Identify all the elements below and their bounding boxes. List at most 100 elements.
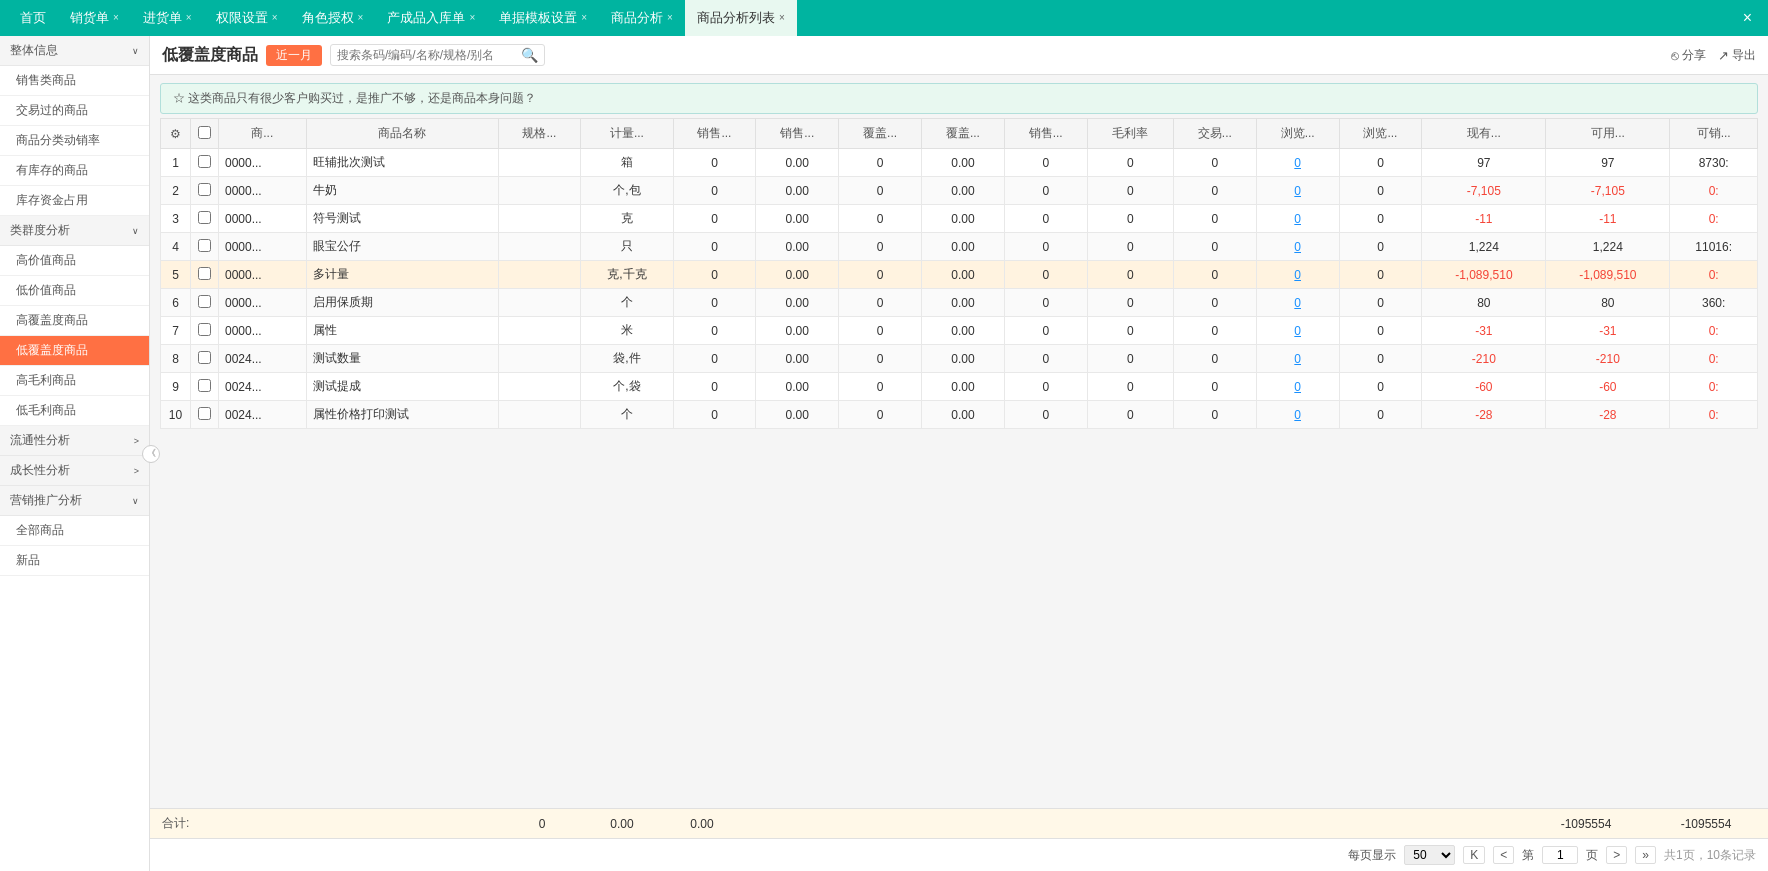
cell-browse1[interactable]: 0: [1256, 149, 1339, 177]
row-checkbox[interactable]: [198, 351, 211, 364]
th-cover1[interactable]: 覆盖...: [839, 119, 922, 149]
table-row: 2 0000... 牛奶 个,包 0 0.00 0 0.00 0 0 0 0 0…: [161, 177, 1758, 205]
cell-check[interactable]: [191, 233, 219, 261]
th-code[interactable]: 商...: [219, 119, 307, 149]
th-trade[interactable]: 交易...: [1173, 119, 1256, 149]
page-input[interactable]: [1542, 846, 1578, 864]
sidebar-item-low-value[interactable]: 低价值商品: [0, 276, 149, 306]
next-page-button[interactable]: >: [1606, 846, 1627, 864]
sidebar-section-growth[interactable]: 成长性分析 >: [0, 456, 149, 486]
nav-close-roles[interactable]: ×: [358, 0, 364, 36]
cell-browse1[interactable]: 0: [1256, 401, 1339, 429]
sidebar-section-cluster[interactable]: 类群度分析 ∨: [0, 216, 149, 246]
th-spec[interactable]: 规格...: [498, 119, 581, 149]
row-checkbox[interactable]: [198, 407, 211, 420]
sidebar-section-marketing[interactable]: 营销推广分析 ∨: [0, 486, 149, 516]
cell-check[interactable]: [191, 373, 219, 401]
nav-close-goods-analysis-list[interactable]: ×: [779, 0, 785, 36]
cell-check[interactable]: [191, 345, 219, 373]
cell-check[interactable]: [191, 289, 219, 317]
sidebar-section-overall[interactable]: 整体信息 ∨: [0, 36, 149, 66]
th-name[interactable]: 商品名称: [306, 119, 498, 149]
row-checkbox[interactable]: [198, 323, 211, 336]
cell-check[interactable]: [191, 205, 219, 233]
sidebar-item-high-value[interactable]: 高价值商品: [0, 246, 149, 276]
nav-goods-analysis-list[interactable]: 商品分析列表 ×: [685, 0, 797, 36]
cell-browse1[interactable]: 0: [1256, 177, 1339, 205]
nav-close-sales[interactable]: ×: [113, 0, 119, 36]
row-checkbox[interactable]: [198, 267, 211, 280]
th-settings[interactable]: ⚙: [161, 119, 191, 149]
cell-browse1[interactable]: 0: [1256, 205, 1339, 233]
th-browse2[interactable]: 浏览...: [1339, 119, 1422, 149]
row-checkbox[interactable]: [198, 155, 211, 168]
cell-check[interactable]: [191, 177, 219, 205]
sidebar-item-high-coverage[interactable]: 高覆盖度商品: [0, 306, 149, 336]
sidebar-item-low-margin[interactable]: 低毛利商品: [0, 396, 149, 426]
sidebar-item-all-goods[interactable]: 全部商品: [0, 516, 149, 546]
nav-home[interactable]: 首页: [8, 0, 58, 36]
nav-close-permissions[interactable]: ×: [272, 0, 278, 36]
last-page-button[interactable]: »: [1635, 846, 1656, 864]
row-checkbox[interactable]: [198, 295, 211, 308]
cell-check[interactable]: [191, 149, 219, 177]
nav-template[interactable]: 单据模板设置 ×: [487, 0, 599, 36]
th-stock1[interactable]: 现有...: [1422, 119, 1546, 149]
cell-browse1[interactable]: 0: [1256, 345, 1339, 373]
nav-roles[interactable]: 角色授权 ×: [290, 0, 376, 36]
nav-goods-analysis[interactable]: 商品分析 ×: [599, 0, 685, 36]
sidebar-item-low-coverage[interactable]: 低覆盖度商品: [0, 336, 149, 366]
search-icon[interactable]: 🔍: [521, 47, 538, 63]
share-action[interactable]: ⎋ 分享: [1671, 47, 1706, 64]
cell-check[interactable]: [191, 261, 219, 289]
export-action[interactable]: ↗ 导出: [1718, 47, 1756, 64]
cell-check[interactable]: [191, 401, 219, 429]
per-page-select[interactable]: 50 10 20 100: [1404, 845, 1455, 865]
th-sale3[interactable]: 销售...: [1004, 119, 1087, 149]
sidebar-section-liquidity[interactable]: 流通性分析 >: [0, 426, 149, 456]
nav-purchase[interactable]: 进货单 ×: [131, 0, 204, 36]
nav-sales[interactable]: 销货单 ×: [58, 0, 131, 36]
nav-close-product-storage[interactable]: ×: [469, 0, 475, 36]
th-sale1[interactable]: 销售...: [673, 119, 756, 149]
prev-page-button[interactable]: <: [1493, 846, 1514, 864]
nav-product-storage[interactable]: 产成品入库单 ×: [375, 0, 487, 36]
row-checkbox[interactable]: [198, 379, 211, 392]
th-browse1[interactable]: 浏览...: [1256, 119, 1339, 149]
row-checkbox[interactable]: [198, 183, 211, 196]
cell-browse1[interactable]: 0: [1256, 261, 1339, 289]
th-stock2[interactable]: 可用...: [1546, 119, 1670, 149]
nav-close-template[interactable]: ×: [581, 0, 587, 36]
select-all-checkbox[interactable]: [198, 126, 211, 139]
sidebar-item-sales-goods[interactable]: 销售类商品: [0, 66, 149, 96]
cell-browse1[interactable]: 0: [1256, 289, 1339, 317]
window-close-button[interactable]: ×: [1735, 9, 1760, 27]
cell-check[interactable]: [191, 317, 219, 345]
row-checkbox[interactable]: [198, 239, 211, 252]
sidebar-item-new-goods[interactable]: 新品: [0, 546, 149, 576]
cell-sale3: 0: [1004, 289, 1087, 317]
th-gross[interactable]: 毛利率: [1087, 119, 1173, 149]
sidebar-item-stocked-goods[interactable]: 有库存的商品: [0, 156, 149, 186]
nav-close-goods-analysis[interactable]: ×: [667, 0, 673, 36]
th-sale4[interactable]: 可销...: [1670, 119, 1758, 149]
th-unit[interactable]: 计量...: [581, 119, 673, 149]
sidebar-collapse-button[interactable]: 《: [142, 445, 160, 463]
cell-trade: 0: [1173, 317, 1256, 345]
nav-permissions[interactable]: 权限设置 ×: [204, 0, 290, 36]
filter-button[interactable]: 近一月: [266, 45, 322, 66]
cell-browse1[interactable]: 0: [1256, 373, 1339, 401]
search-input[interactable]: [337, 48, 517, 62]
nav-close-purchase[interactable]: ×: [186, 0, 192, 36]
sidebar-item-traded-goods[interactable]: 交易过的商品: [0, 96, 149, 126]
sidebar-item-high-margin[interactable]: 高毛利商品: [0, 366, 149, 396]
sidebar-item-stock-capital[interactable]: 库存资金占用: [0, 186, 149, 216]
th-sale2[interactable]: 销售...: [756, 119, 839, 149]
th-cover2[interactable]: 覆盖...: [922, 119, 1005, 149]
first-page-button[interactable]: K: [1463, 846, 1485, 864]
row-checkbox[interactable]: [198, 211, 211, 224]
th-checkbox[interactable]: [191, 119, 219, 149]
cell-browse1[interactable]: 0: [1256, 317, 1339, 345]
cell-browse1[interactable]: 0: [1256, 233, 1339, 261]
sidebar-item-category-rate[interactable]: 商品分类动销率: [0, 126, 149, 156]
